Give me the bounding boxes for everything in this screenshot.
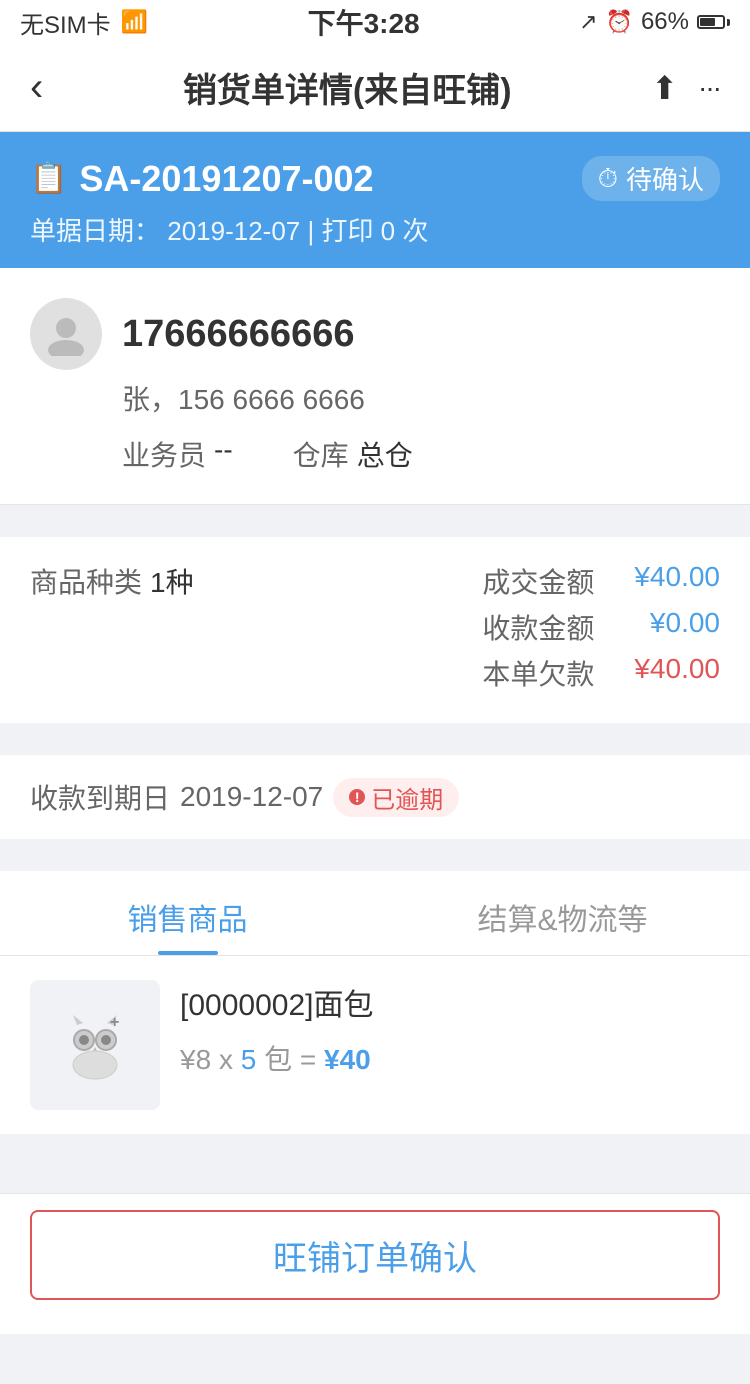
- date-label: 单据日期：: [30, 216, 160, 246]
- product-item: + [0000002]面包 ¥8 x 5 包 = ¥40: [0, 956, 750, 1134]
- summary-right: 成交金额 ¥40.00 收款金额 ¥0.00 本单欠款 ¥40.00: [482, 561, 720, 699]
- product-type-label: 商品种类: [30, 561, 142, 601]
- nav-right: ⬆ ···: [651, 69, 720, 107]
- salesman-value: --: [214, 434, 233, 474]
- product-price: ¥8 x 5 包 = ¥40: [180, 1038, 373, 1078]
- product-unit: 包: [264, 1044, 292, 1075]
- product-type-item: 商品种类 1种: [30, 561, 194, 601]
- received-value: ¥0.00: [650, 607, 720, 647]
- order-id: 📋 SA-20191207-002: [30, 158, 374, 200]
- carrier-text: 无SIM卡: [20, 5, 111, 40]
- bottom-area: 旺铺订单确认: [0, 1193, 750, 1334]
- summary-section: 商品种类 1种 成交金额 ¥40.00 收款金额 ¥0.00 本单欠款 ¥40.…: [0, 537, 750, 723]
- salesman-label: 业务员: [122, 434, 206, 474]
- svg-text:+: +: [110, 1014, 119, 1031]
- overdue-text: 已逾期: [371, 780, 443, 815]
- location-icon: ↗: [579, 9, 597, 35]
- avatar: [30, 298, 102, 370]
- overdue-badge: ! 已逾期: [333, 778, 459, 817]
- multiply-sign: x: [219, 1044, 241, 1075]
- product-qty: 5: [241, 1044, 257, 1075]
- share-icon[interactable]: ⬆: [651, 69, 678, 107]
- alarm-icon: ⏰: [606, 9, 633, 35]
- product-total: ¥40: [324, 1044, 371, 1075]
- tab-settlement[interactable]: 结算&物流等: [375, 871, 750, 955]
- equals-sign: =: [300, 1044, 324, 1075]
- deal-amount-value: ¥40.00: [634, 561, 720, 601]
- customer-meta: 业务员 -- 仓库 总仓: [122, 434, 720, 474]
- due-date-section: 收款到期日 2019-12-07 ! 已逾期: [0, 755, 750, 839]
- tabs-section: 销售商品 结算&物流等 +: [0, 871, 750, 1134]
- deal-amount-label: 成交金额: [482, 561, 594, 601]
- salesman-field: 业务员 --: [122, 434, 233, 474]
- order-date: 2019-12-07: [167, 216, 300, 246]
- debt-amount-item: 本单欠款 ¥40.00: [482, 653, 720, 693]
- customer-section: 17666666666 张，156 6666 6666 业务员 -- 仓库 总仓: [0, 268, 750, 505]
- received-label: 收款金额: [482, 607, 594, 647]
- tab-sales-label: 销售商品: [128, 904, 248, 937]
- tab-settlement-label: 结算&物流等: [477, 904, 647, 937]
- status-left: 无SIM卡 📶: [20, 5, 148, 40]
- nav-bar: ‹ 销货单详情(来自旺铺) ⬆ ···: [0, 44, 750, 132]
- warehouse-label: 仓库: [293, 434, 349, 474]
- order-id-text: SA-20191207-002: [79, 158, 373, 200]
- customer-name: 张，156 6666 6666: [122, 378, 720, 418]
- warehouse-value: 总仓: [357, 434, 413, 474]
- print-info: | 打印 0 次: [307, 216, 428, 246]
- user-avatar-icon: [44, 312, 88, 356]
- price-value: ¥8: [180, 1044, 211, 1075]
- order-icon: 📋: [30, 161, 67, 196]
- customer-row: 17666666666: [30, 298, 720, 370]
- received-amount-item: 收款金额 ¥0.00: [482, 607, 720, 647]
- debt-value: ¥40.00: [634, 653, 720, 693]
- order-date-row: 单据日期： 2019-12-07 | 打印 0 次: [30, 211, 720, 248]
- tabs-bar: 销售商品 结算&物流等: [0, 871, 750, 956]
- battery-icon: [697, 15, 730, 29]
- due-date-value: 2019-12-07: [180, 781, 323, 813]
- page-title: 销货单详情(来自旺铺): [183, 63, 512, 112]
- status-right: ↗ ⏰ 66%: [579, 8, 730, 36]
- product-thumbnail: +: [30, 980, 160, 1110]
- overdue-dot-icon: !: [349, 789, 365, 805]
- debt-label: 本单欠款: [482, 653, 594, 693]
- nav-left: ‹: [30, 65, 43, 110]
- clock-icon: ⏱: [598, 163, 618, 195]
- warehouse-field: 仓库 总仓: [293, 434, 413, 474]
- summary-left: 商品种类 1种: [30, 561, 194, 605]
- product-type-value: 1种: [150, 561, 194, 601]
- due-date-label: 收款到期日: [30, 777, 170, 817]
- battery-percent: 66%: [641, 8, 689, 36]
- status-text: 待确认: [626, 160, 704, 197]
- product-name: [0000002]面包: [180, 980, 373, 1024]
- deal-amount-item: 成交金额 ¥40.00: [482, 561, 720, 601]
- product-info: [0000002]面包 ¥8 x 5 包 = ¥40: [180, 980, 373, 1078]
- status-bar: 无SIM卡 📶 下午3:28 ↗ ⏰ 66%: [0, 0, 750, 44]
- customer-phone: 17666666666: [122, 313, 354, 356]
- more-icon[interactable]: ···: [698, 72, 720, 104]
- order-header: 📋 SA-20191207-002 ⏱ 待确认 单据日期： 2019-12-07…: [0, 132, 750, 268]
- order-id-row: 📋 SA-20191207-002 ⏱ 待确认: [30, 156, 720, 201]
- time-display: 下午3:28: [308, 2, 420, 42]
- wifi-icon: 📶: [121, 9, 148, 35]
- confirm-order-button[interactable]: 旺铺订单确认: [30, 1210, 720, 1300]
- tab-sales-products[interactable]: 销售商品: [0, 871, 375, 955]
- order-status-badge: ⏱ 待确认: [582, 156, 720, 201]
- back-button[interactable]: ‹: [30, 65, 43, 110]
